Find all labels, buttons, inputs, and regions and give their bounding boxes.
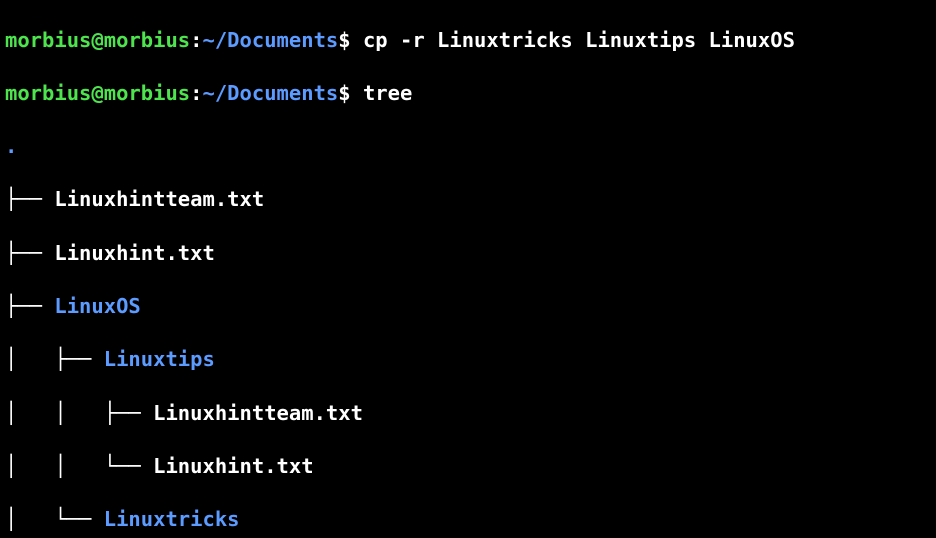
prompt-path: ~/Documents [203, 81, 339, 105]
prompt-host: morbius [104, 28, 190, 52]
command-cp: cp -r Linuxtricks Linuxtips LinuxOS [363, 28, 795, 52]
file-entry: Linuxhintteam.txt [153, 401, 363, 425]
dir-linuxtips: Linuxtips [104, 347, 215, 371]
tree-root-dot: . [5, 133, 931, 160]
branch-pipe: │ [5, 401, 54, 425]
file-entry: Linuxhint.txt [54, 241, 214, 265]
tree-line: ├── LinuxOS [5, 293, 931, 320]
prompt-user: morbius [5, 81, 91, 105]
tree-line: │ │ └── Linuxhint.txt [5, 453, 931, 480]
terminal-window[interactable]: morbius@morbius:~/Documents$ cp -r Linux… [0, 0, 936, 538]
prompt-colon: : [190, 81, 202, 105]
prompt-at: @ [91, 81, 103, 105]
branch-pipe: │ [54, 454, 103, 478]
file-entry: Linuxhintteam.txt [54, 187, 264, 211]
file-entry: Linuxhint.txt [153, 454, 313, 478]
branch-pipe: │ [5, 454, 54, 478]
branch-pipe: │ [54, 401, 103, 425]
dir-linuxos: LinuxOS [54, 294, 140, 318]
tree-line: │ │ ├── Linuxhintteam.txt [5, 400, 931, 427]
branch-tee: ├── [5, 187, 54, 211]
prompt-line-2: morbius@morbius:~/Documents$ tree [5, 80, 931, 107]
branch-tee: ├── [104, 401, 153, 425]
prompt-path: ~/Documents [203, 28, 339, 52]
branch-tee: ├── [5, 294, 54, 318]
branch-pipe: │ [5, 347, 54, 371]
prompt-line-1: morbius@morbius:~/Documents$ cp -r Linux… [5, 27, 931, 54]
branch-elbow: └── [104, 454, 153, 478]
branch-pipe: │ [5, 507, 54, 531]
branch-tee: ├── [5, 241, 54, 265]
dir-linuxtricks: Linuxtricks [104, 507, 240, 531]
branch-elbow: └── [54, 507, 103, 531]
tree-line: ├── Linuxhint.txt [5, 240, 931, 267]
prompt-dollar: $ [338, 81, 350, 105]
tree-line: │ └── Linuxtricks [5, 506, 931, 533]
prompt-host: morbius [104, 81, 190, 105]
prompt-at: @ [91, 28, 103, 52]
command-tree: tree [363, 81, 412, 105]
tree-line: ├── Linuxhintteam.txt [5, 186, 931, 213]
dot: . [5, 134, 17, 158]
prompt-dollar: $ [338, 28, 350, 52]
branch-tee: ├── [54, 347, 103, 371]
tree-line: │ ├── Linuxtips [5, 346, 931, 373]
prompt-colon: : [190, 28, 202, 52]
prompt-user: morbius [5, 28, 91, 52]
